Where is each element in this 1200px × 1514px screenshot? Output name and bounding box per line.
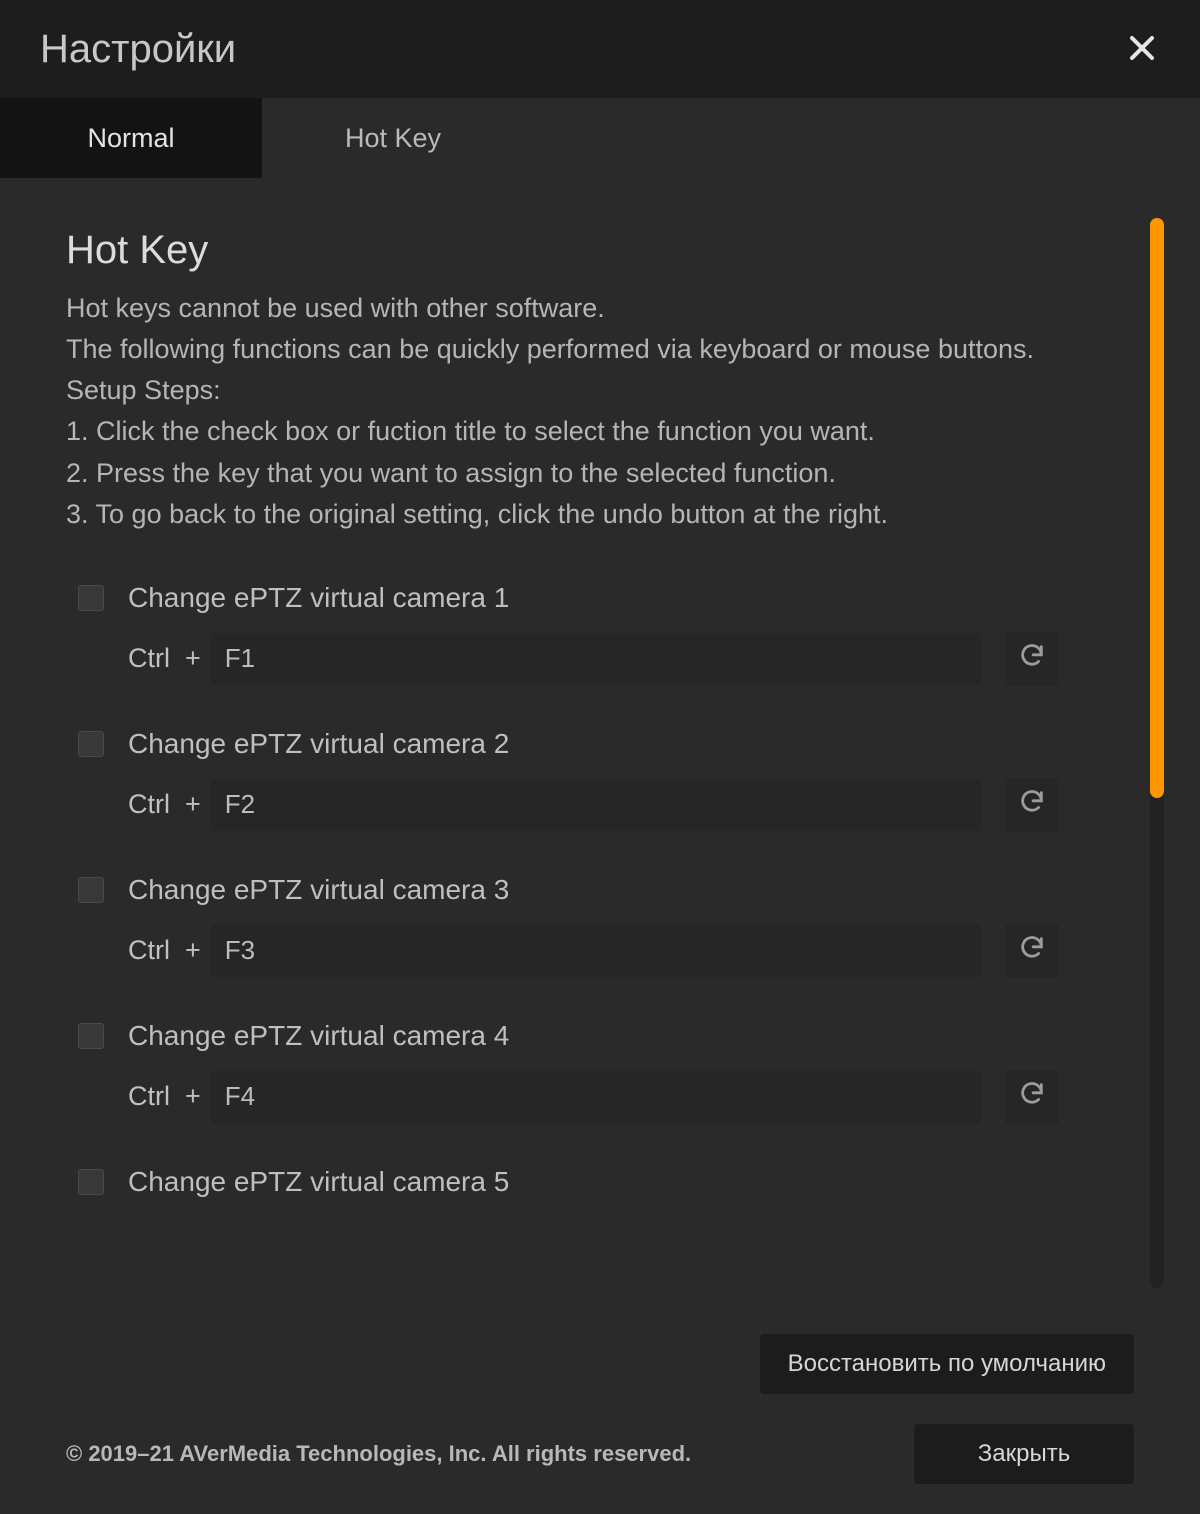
restore-defaults-button[interactable]: Восстановить по умолчанию [760,1334,1134,1394]
hotkey-input[interactable] [211,1071,981,1123]
hotkey-checkbox[interactable] [78,877,104,903]
hotkey-list: Change ePTZ virtual camera 1 Ctrl + [66,582,1134,1198]
copyright-text: © 2019–21 AVerMedia Technologies, Inc. A… [66,1441,691,1467]
desc-step: 3. To go back to the original setting, c… [66,495,1066,534]
button-label: Восстановить по умолчанию [788,1350,1106,1377]
undo-icon [1018,788,1046,821]
hotkey-checkbox[interactable] [78,1169,104,1195]
hotkey-label[interactable]: Change ePTZ virtual camera 1 [128,582,509,614]
scrollbar-thumb[interactable] [1150,218,1164,798]
hotkey-input[interactable] [211,925,981,977]
hotkey-header: Change ePTZ virtual camera 5 [78,1166,1134,1198]
footer-bottom-row: © 2019–21 AVerMedia Technologies, Inc. A… [66,1424,1134,1484]
scrollbar-track[interactable] [1150,218,1164,1288]
hotkey-label[interactable]: Change ePTZ virtual camera 4 [128,1020,509,1052]
undo-icon [1018,1080,1046,1113]
hotkey-checkbox[interactable] [78,731,104,757]
hotkey-item: Change ePTZ virtual camera 2 Ctrl + [78,728,1134,832]
hotkey-item: Change ePTZ virtual camera 3 Ctrl + [78,874,1134,978]
window-close-button[interactable] [1122,30,1162,70]
footer: Восстановить по умолчанию © 2019–21 AVer… [0,1334,1200,1514]
hotkey-checkbox[interactable] [78,1023,104,1049]
footer-restore-row: Восстановить по умолчанию [66,1334,1134,1394]
hotkey-row: Ctrl + [78,924,1134,978]
hotkey-undo-button[interactable] [1005,1070,1059,1124]
hotkey-checkbox[interactable] [78,585,104,611]
hotkey-label[interactable]: Change ePTZ virtual camera 5 [128,1166,509,1198]
button-label: Закрыть [978,1440,1070,1467]
hotkey-input[interactable] [211,633,981,685]
content-area: Hot Key Hot keys cannot be used with oth… [0,178,1200,1334]
undo-icon [1018,934,1046,967]
hotkey-input[interactable] [211,779,981,831]
hotkey-row: Ctrl + [78,632,1134,686]
hotkey-undo-button[interactable] [1005,778,1059,832]
hotkey-item: Change ePTZ virtual camera 1 Ctrl + [78,582,1134,686]
hotkey-header: Change ePTZ virtual camera 4 [78,1020,1134,1052]
hotkey-header: Change ePTZ virtual camera 2 [78,728,1134,760]
hotkey-header: Change ePTZ virtual camera 3 [78,874,1134,906]
hotkey-row: Ctrl + [78,778,1134,832]
desc-line: Setup Steps: [66,371,1066,410]
tab-hotkey[interactable]: Hot Key [262,98,524,178]
desc-line: The following functions can be quickly p… [66,330,1066,369]
hotkey-modifier: Ctrl + [128,789,201,820]
tab-label: Hot Key [345,123,441,154]
hotkey-modifier: Ctrl + [128,643,201,674]
hotkey-header: Change ePTZ virtual camera 1 [78,582,1134,614]
hotkey-item: Change ePTZ virtual camera 5 [78,1166,1134,1198]
hotkey-undo-button[interactable] [1005,924,1059,978]
desc-line: Hot keys cannot be used with other softw… [66,289,1066,328]
window-title: Настройки [40,27,236,72]
hotkey-modifier: Ctrl + [128,935,201,966]
hotkey-item: Change ePTZ virtual camera 4 Ctrl + [78,1020,1134,1124]
titlebar: Настройки [0,0,1200,98]
section-description: Hot keys cannot be used with other softw… [66,289,1066,534]
hotkey-label[interactable]: Change ePTZ virtual camera 2 [128,728,509,760]
hotkey-label[interactable]: Change ePTZ virtual camera 3 [128,874,509,906]
desc-step: 1. Click the check box or fuction title … [66,412,1066,451]
desc-step: 2. Press the key that you want to assign… [66,454,1066,493]
tabs: Normal Hot Key [0,98,1200,178]
undo-icon [1018,642,1046,675]
close-button[interactable]: Закрыть [914,1424,1134,1484]
tab-label: Normal [87,123,174,154]
hotkey-undo-button[interactable] [1005,632,1059,686]
tab-normal[interactable]: Normal [0,98,262,178]
hotkey-row: Ctrl + [78,1070,1134,1124]
section-title: Hot Key [66,228,1134,273]
settings-window: Настройки Normal Hot Key Hot Key Hot key… [0,0,1200,1514]
close-icon [1127,33,1157,68]
hotkey-modifier: Ctrl + [128,1081,201,1112]
